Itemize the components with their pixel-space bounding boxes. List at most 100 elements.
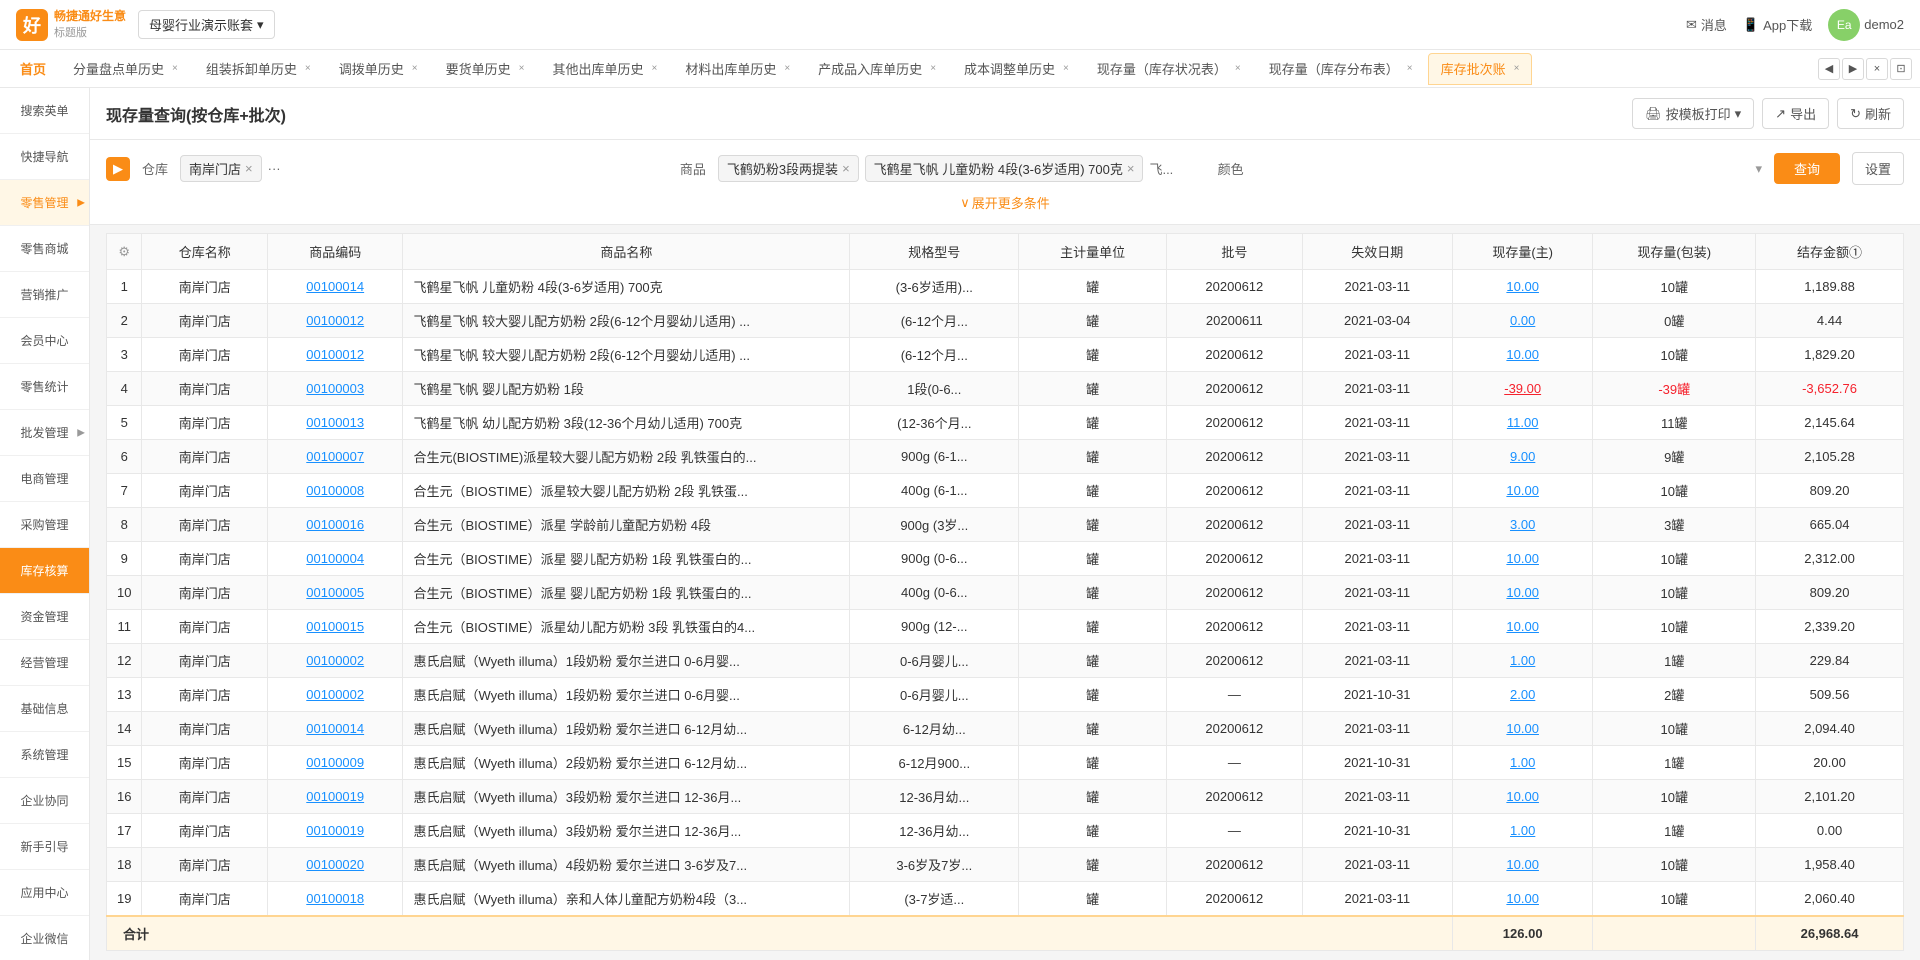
row-code[interactable]: 00100019 bbox=[267, 780, 403, 814]
close-icon[interactable]: × bbox=[930, 63, 936, 74]
row-code[interactable]: 00100004 bbox=[267, 542, 403, 576]
close-icon[interactable]: × bbox=[305, 63, 311, 74]
row-qty[interactable]: 10.00 bbox=[1452, 610, 1592, 644]
row-code[interactable]: 00100016 bbox=[267, 508, 403, 542]
row-code[interactable]: 00100012 bbox=[267, 338, 403, 372]
product-tag-2-close[interactable]: × bbox=[1127, 161, 1135, 176]
row-qty[interactable]: 3.00 bbox=[1452, 508, 1592, 542]
tab-menu-arrow[interactable]: ⊡ bbox=[1890, 58, 1912, 80]
row-qty[interactable]: 11.00 bbox=[1452, 406, 1592, 440]
close-icon[interactable]: × bbox=[651, 63, 657, 74]
row-code[interactable]: 00100014 bbox=[267, 712, 403, 746]
user-menu[interactable]: Ea demo2 bbox=[1828, 9, 1904, 41]
expand-arrow-button[interactable]: ▶ bbox=[106, 157, 130, 181]
tab-close-arrow[interactable]: × bbox=[1866, 58, 1888, 80]
sidebar-item-search[interactable]: 搜索英单 bbox=[0, 88, 89, 134]
row-qty[interactable]: 10.00 bbox=[1452, 338, 1592, 372]
tab-kucunpici[interactable]: 库存批次账 × bbox=[1428, 53, 1533, 85]
sidebar-item-ecommerce[interactable]: 电商管理 bbox=[0, 456, 89, 502]
row-code[interactable]: 00100015 bbox=[267, 610, 403, 644]
refresh-button[interactable]: ↻ 刷新 bbox=[1837, 98, 1904, 129]
row-code[interactable]: 00100020 bbox=[267, 848, 403, 882]
row-code[interactable]: 00100007 bbox=[267, 440, 403, 474]
tab-yaohuo[interactable]: 要货单历史 × bbox=[433, 53, 538, 85]
message-button[interactable]: ✉ 消息 bbox=[1686, 15, 1727, 34]
row-qty[interactable]: 10.00 bbox=[1452, 270, 1592, 304]
search-button[interactable]: 查询 bbox=[1774, 153, 1840, 184]
tab-chancheng[interactable]: 产成品入库单历史 × bbox=[805, 53, 949, 85]
expand-conditions-button[interactable]: ∨ 展开更多条件 bbox=[106, 193, 1904, 212]
close-icon[interactable]: × bbox=[1235, 63, 1241, 74]
export-button[interactable]: ↗ 导出 bbox=[1762, 98, 1829, 129]
row-code[interactable]: 00100012 bbox=[267, 304, 403, 338]
app-download-button[interactable]: 📱 App下载 bbox=[1743, 15, 1812, 34]
row-qty[interactable]: 1.00 bbox=[1452, 644, 1592, 678]
tab-qitachu[interactable]: 其他出库单历史 × bbox=[539, 53, 670, 85]
close-icon[interactable]: × bbox=[784, 63, 790, 74]
row-code[interactable]: 00100008 bbox=[267, 474, 403, 508]
close-icon[interactable]: × bbox=[1407, 63, 1413, 74]
row-code[interactable]: 00100002 bbox=[267, 644, 403, 678]
sidebar-item-system[interactable]: 系统管理 bbox=[0, 732, 89, 778]
row-code[interactable]: 00100002 bbox=[267, 678, 403, 712]
sidebar-item-finance[interactable]: 资金管理 bbox=[0, 594, 89, 640]
row-qty[interactable]: 1.00 bbox=[1452, 746, 1592, 780]
row-qty[interactable]: 10.00 bbox=[1452, 848, 1592, 882]
row-qty[interactable]: 0.00 bbox=[1452, 304, 1592, 338]
sidebar-item-retail[interactable]: 零售管理 ▶ bbox=[0, 180, 89, 226]
sidebar-item-appcenter[interactable]: 应用中心 bbox=[0, 870, 89, 916]
sidebar-item-basic[interactable]: 基础信息 bbox=[0, 686, 89, 732]
sidebar-item-wechat[interactable]: 企业微信 bbox=[0, 916, 89, 960]
color-dropdown-icon[interactable]: ▾ bbox=[1755, 161, 1762, 177]
product-tag-1-close[interactable]: × bbox=[842, 161, 850, 176]
sidebar-item-retailstat[interactable]: 零售统计 bbox=[0, 364, 89, 410]
row-code[interactable]: 00100003 bbox=[267, 372, 403, 406]
tab-home[interactable]: 首页 bbox=[8, 53, 58, 85]
sidebar-item-inventory[interactable]: 库存核算 bbox=[0, 548, 89, 594]
row-code[interactable]: 00100005 bbox=[267, 576, 403, 610]
tab-fenpan[interactable]: 分量盘点单历史 × bbox=[60, 53, 191, 85]
row-code[interactable]: 00100009 bbox=[267, 746, 403, 780]
sidebar-item-marketing[interactable]: 营销推广 bbox=[0, 272, 89, 318]
account-dropdown[interactable]: 母婴行业演示账套 ▾ bbox=[138, 10, 275, 39]
row-code[interactable]: 00100014 bbox=[267, 270, 403, 304]
sidebar-item-purchase[interactable]: 采购管理 bbox=[0, 502, 89, 548]
row-qty[interactable]: 9.00 bbox=[1452, 440, 1592, 474]
sidebar-item-operation[interactable]: 经营管理 bbox=[0, 640, 89, 686]
warehouse-tag[interactable]: 南岸门店 × bbox=[180, 155, 262, 182]
sidebar-item-member[interactable]: 会员中心 bbox=[0, 318, 89, 364]
tab-xiancun2[interactable]: 现存量（库存分布表） × bbox=[1256, 53, 1426, 85]
sidebar-item-wholesale[interactable]: 批发管理 ▶ bbox=[0, 410, 89, 456]
tab-cailiao[interactable]: 材料出库单历史 × bbox=[672, 53, 803, 85]
tab-xiancun1[interactable]: 现存量（库存状况表） × bbox=[1084, 53, 1254, 85]
row-qty[interactable]: 10.00 bbox=[1452, 712, 1592, 746]
row-qty[interactable]: 10.00 bbox=[1452, 882, 1592, 917]
row-code[interactable]: 00100019 bbox=[267, 814, 403, 848]
row-qty[interactable]: 1.00 bbox=[1452, 814, 1592, 848]
tab-diaob[interactable]: 调拨单历史 × bbox=[326, 53, 431, 85]
close-icon[interactable]: × bbox=[172, 63, 178, 74]
product-tag-2[interactable]: 飞鹤星飞帆 儿童奶粉 4段(3-6岁适用) 700克 × bbox=[865, 155, 1144, 182]
product-tag-1[interactable]: 飞鹤奶粉3段两提装 × bbox=[718, 155, 859, 182]
sidebar-item-retailshop[interactable]: 零售商城 bbox=[0, 226, 89, 272]
close-icon[interactable]: × bbox=[519, 63, 525, 74]
warehouse-tag-close[interactable]: × bbox=[245, 161, 253, 176]
row-qty[interactable]: 10.00 bbox=[1452, 474, 1592, 508]
row-code[interactable]: 00100018 bbox=[267, 882, 403, 917]
setting-button[interactable]: 设置 bbox=[1852, 152, 1904, 185]
row-qty[interactable]: 10.00 bbox=[1452, 780, 1592, 814]
row-qty[interactable]: 10.00 bbox=[1452, 542, 1592, 576]
print-button[interactable]: 🖨 按模板打印 ▾ bbox=[1632, 98, 1754, 129]
gear-icon[interactable]: ⚙ bbox=[118, 244, 130, 259]
row-qty[interactable]: -39.00 bbox=[1452, 372, 1592, 406]
tab-chengben[interactable]: 成本调整单历史 × bbox=[951, 53, 1082, 85]
close-icon[interactable]: × bbox=[1514, 63, 1520, 74]
row-qty[interactable]: 2.00 bbox=[1452, 678, 1592, 712]
sidebar-item-newguide[interactable]: 新手引导 bbox=[0, 824, 89, 870]
close-icon[interactable]: × bbox=[1063, 63, 1069, 74]
tab-next-arrow[interactable]: ▶ bbox=[1842, 58, 1864, 80]
tab-prev-arrow[interactable]: ◀ bbox=[1818, 58, 1840, 80]
close-icon[interactable]: × bbox=[412, 63, 418, 74]
row-qty[interactable]: 10.00 bbox=[1452, 576, 1592, 610]
sidebar-item-enterprise[interactable]: 企业协同 bbox=[0, 778, 89, 824]
